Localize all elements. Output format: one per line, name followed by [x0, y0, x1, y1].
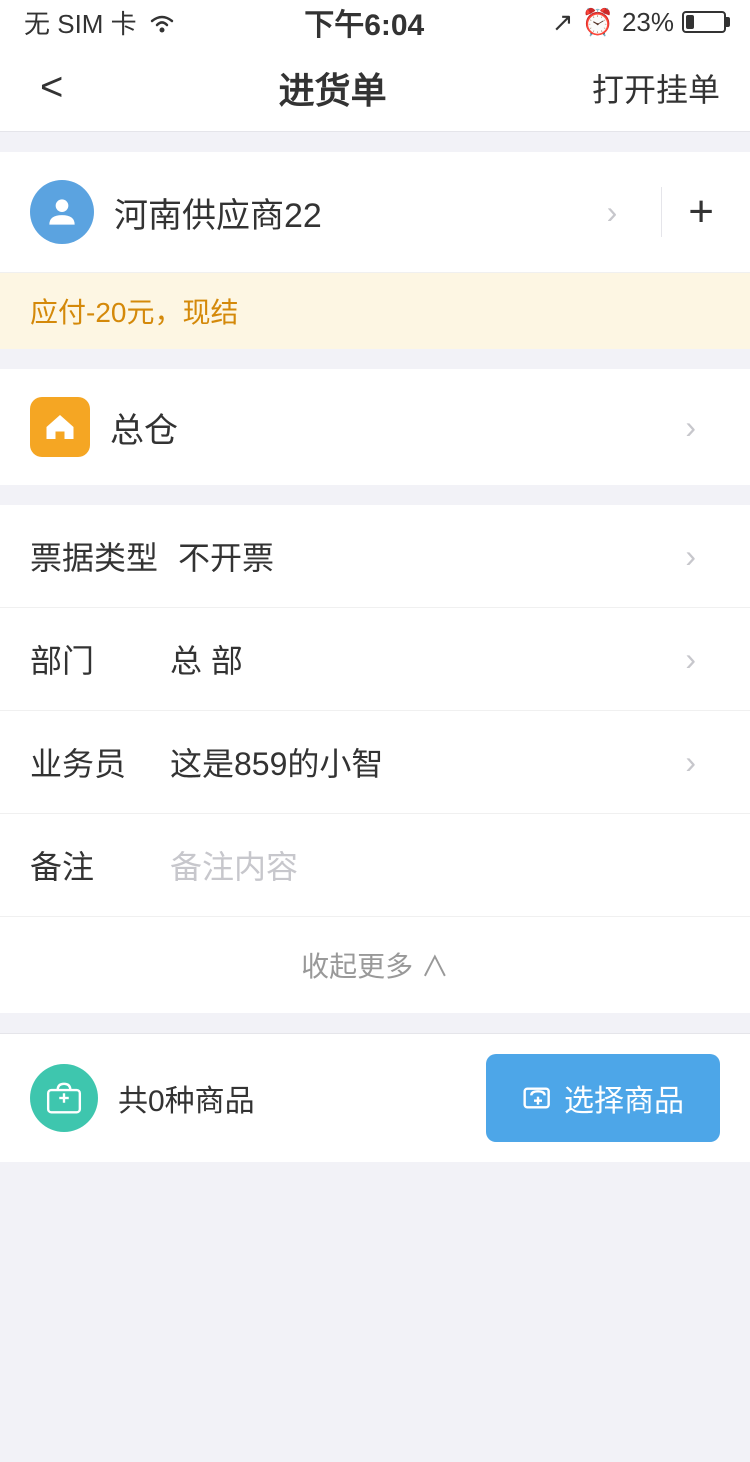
status-right: ↗ ⏰ 23%	[552, 7, 726, 38]
remark-label: 备注	[30, 842, 150, 888]
department-label: 部门	[30, 636, 150, 682]
invoice-type-row[interactable]: 票据类型 不开票 ›	[0, 505, 750, 608]
notice-banner: 应付-20元，现结	[0, 273, 750, 349]
supplier-avatar	[30, 180, 94, 244]
warehouse-section: 总仓 ›	[0, 369, 750, 485]
warehouse-icon	[30, 397, 90, 457]
department-row[interactable]: 部门 总 部 ›	[0, 608, 750, 711]
section-gap-1	[0, 132, 750, 152]
product-count-icon	[30, 1064, 98, 1132]
nav-bar: < 进货单 打开挂单	[0, 44, 750, 132]
nav-title: 进货单	[279, 62, 387, 114]
warehouse-chevron-icon: ›	[685, 409, 696, 446]
section-gap-2	[0, 349, 750, 369]
back-button[interactable]: <	[30, 55, 73, 120]
location-icon: ↗	[552, 7, 574, 38]
invoice-type-value: 不开票	[158, 533, 685, 579]
battery-icon	[682, 11, 726, 33]
form-section: 票据类型 不开票 › 部门 总 部 › 业务员 这是859的小智 › 备注 备注…	[0, 505, 750, 916]
alarm-icon: ⏰	[582, 7, 614, 38]
status-left: 无 SIM 卡	[24, 4, 177, 41]
salesperson-value: 这是859的小智	[150, 739, 685, 785]
select-product-label: 选择商品	[564, 1076, 684, 1120]
section-gap-3	[0, 485, 750, 505]
supplier-name: 河南供应商22	[114, 188, 607, 237]
salesperson-chevron-icon: ›	[685, 744, 696, 781]
cart-icon	[45, 1079, 83, 1117]
collapse-button[interactable]: 收起更多 ∧	[301, 945, 449, 985]
battery-percentage: 23%	[622, 7, 674, 38]
supplier-row[interactable]: 河南供应商22 › +	[0, 152, 750, 273]
status-time: 下午6:04	[304, 0, 424, 44]
notice-text: 应付-20元，现结	[30, 297, 238, 328]
select-product-button[interactable]: 选择商品	[486, 1054, 720, 1142]
rest-area	[0, 1162, 750, 1462]
remark-row[interactable]: 备注 备注内容	[0, 814, 750, 916]
salesperson-row[interactable]: 业务员 这是859的小智 ›	[0, 711, 750, 814]
product-count-text: 共0种商品	[118, 1076, 486, 1120]
supplier-chevron-icon: ›	[607, 194, 618, 231]
warehouse-row[interactable]: 总仓 ›	[0, 369, 750, 485]
collapse-row: 收起更多 ∧	[0, 916, 750, 1013]
remark-input[interactable]: 备注内容	[150, 842, 720, 888]
invoice-type-label: 票据类型	[30, 533, 158, 579]
wifi-icon	[147, 11, 177, 33]
supplier-section: 河南供应商22 › + 应付-20元，现结	[0, 152, 750, 349]
invoice-type-chevron-icon: ›	[685, 538, 696, 575]
home-icon	[42, 409, 78, 445]
add-supplier-button[interactable]: +	[682, 187, 720, 237]
carrier-text: 无 SIM 卡	[24, 4, 137, 41]
select-product-icon	[522, 1082, 554, 1114]
divider	[661, 187, 662, 237]
section-gap-4	[0, 1013, 750, 1033]
status-bar: 无 SIM 卡 下午6:04 ↗ ⏰ 23%	[0, 0, 750, 44]
salesperson-label: 业务员	[30, 739, 150, 785]
warehouse-name: 总仓	[110, 403, 685, 452]
department-value: 总 部	[150, 636, 685, 682]
bottom-bar: 共0种商品 选择商品	[0, 1033, 750, 1162]
department-chevron-icon: ›	[685, 641, 696, 678]
person-icon	[43, 193, 81, 231]
open-pending-button[interactable]: 打开挂单	[592, 65, 720, 111]
